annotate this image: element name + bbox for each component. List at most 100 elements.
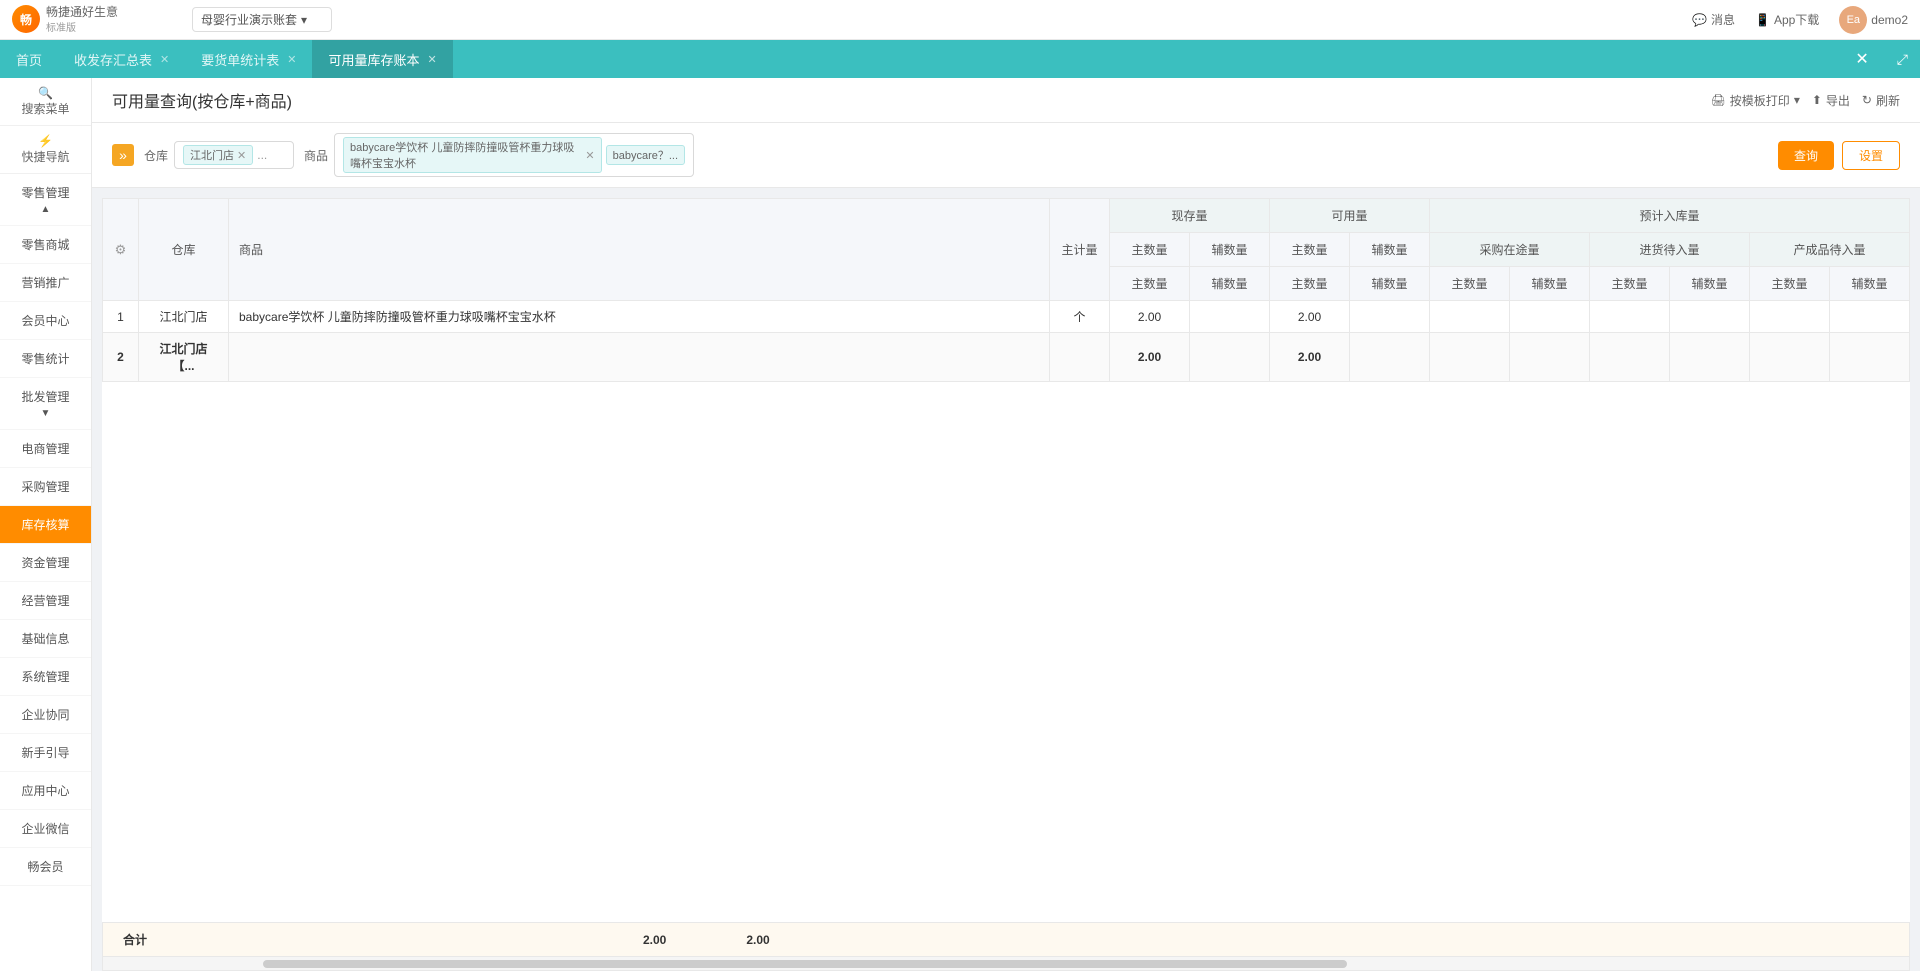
close-receive-tab[interactable]: ✕ <box>160 53 169 66</box>
top-bar: 畅 畅捷通好生意 标准版 母婴行业演示账套 ▾ 💬 消息 📱 App下载 Ea … <box>0 0 1920 40</box>
sidebar-item-retail-mall[interactable]: 零售商城 <box>0 226 91 264</box>
row1-inc-aux <box>1670 301 1750 333</box>
sidebar-item-retail-stat[interactable]: 零售统计 <box>0 340 91 378</box>
inventory-tab-label: 可用量库存账本 <box>328 50 419 69</box>
sidebar-item-changyuean[interactable]: 畅会员 <box>0 848 91 886</box>
row1-pur-main <box>1430 301 1510 333</box>
sidebar-item-purchase[interactable]: 采购管理 <box>0 468 91 506</box>
warehouse-tag-close[interactable]: ✕ <box>237 149 246 162</box>
sidebar-item-wholesale[interactable]: 批发管理 ▼ <box>0 378 91 430</box>
sidebar-item-wechat[interactable]: 企业微信 <box>0 810 91 848</box>
close-order-tab[interactable]: ✕ <box>287 53 296 66</box>
sidebar-item-collab[interactable]: 企业协同 <box>0 696 91 734</box>
appcenter-label: 应用中心 <box>21 782 69 799</box>
row1-avail-main: 2.00 <box>1270 301 1350 333</box>
row2-product <box>229 333 1050 382</box>
sidebar-item-appcenter[interactable]: 应用中心 <box>0 772 91 810</box>
sidebar-quick-nav[interactable]: ⚡ 快捷导航 <box>0 126 91 174</box>
tab-receive[interactable]: 收发存汇总表 ✕ <box>58 40 185 78</box>
row2-prod-aux <box>1830 333 1910 382</box>
close-window-button[interactable]: ✕ <box>1839 49 1884 69</box>
print-button[interactable]: 🖨 按模板打印 ▾ <box>1711 92 1800 109</box>
sidebar-item-newguide[interactable]: 新手引导 <box>0 734 91 772</box>
col-warehouse-header: 仓库 <box>139 199 229 301</box>
inventory-table: ⚙ 仓库 商品 主计量 现存量 可用量 预计入库量 主数量 辅数量 主数量 辅数… <box>102 198 1910 382</box>
logo-line1: 畅捷通好生意 <box>46 5 118 19</box>
row2-inc-main <box>1590 333 1670 382</box>
query-button[interactable]: 查询 <box>1778 141 1834 170</box>
warehouse-input[interactable]: 江北门店 ✕ ... <box>174 141 294 169</box>
refresh-icon: ↻ <box>1862 93 1872 107</box>
sidebar-item-operation[interactable]: 经营管理 <box>0 582 91 620</box>
tab-home[interactable]: 首页 <box>0 40 58 78</box>
table-container: ⚙ 仓库 商品 主计量 现存量 可用量 预计入库量 主数量 辅数量 主数量 辅数… <box>102 198 1910 922</box>
ecommerce-label: 电商管理 <box>21 440 69 457</box>
col-incoming-main: 主数量 <box>1590 267 1670 301</box>
sidebar-search[interactable]: 🔍 搜索菜单 <box>0 78 91 126</box>
message-icon: 💬 <box>1692 13 1707 27</box>
refresh-button[interactable]: ↻ 刷新 <box>1862 92 1900 109</box>
messages-button[interactable]: 💬 消息 <box>1692 11 1735 28</box>
sidebar-item-system[interactable]: 系统管理 <box>0 658 91 696</box>
product-tag1: babycare学饮杯 儿童防摔防撞吸管杯重力球吸嘴杯宝宝水杯 ✕ <box>343 137 602 173</box>
product-input[interactable]: babycare学饮杯 儿童防摔防撞吸管杯重力球吸嘴杯宝宝水杯 ✕ babyca… <box>334 133 694 177</box>
row1-prod-main <box>1750 301 1830 333</box>
page-header: 可用量查询(按仓库+商品) 🖨 按模板打印 ▾ ⬆ 导出 ↻ 刷新 <box>92 78 1920 123</box>
logo-area: 畅 畅捷通好生意 标准版 <box>12 5 192 34</box>
col-unit-header: 主计量 <box>1050 199 1110 301</box>
filter-toggle-button[interactable]: » <box>112 144 134 166</box>
col-gear[interactable]: ⚙ <box>103 199 139 301</box>
sidebar-item-ecommerce[interactable]: 电商管理 <box>0 430 91 468</box>
col-incoming-aux: 辅数量 <box>1670 267 1750 301</box>
row2-stock-main: 2.00 <box>1110 333 1190 382</box>
settings-button[interactable]: 设置 <box>1842 141 1900 170</box>
app-download-button[interactable]: 📱 App下载 <box>1755 11 1819 28</box>
col-purchase-aux: 辅数量 <box>1510 267 1590 301</box>
user-profile[interactable]: Ea demo2 <box>1839 6 1908 34</box>
content-area: 可用量查询(按仓库+商品) 🖨 按模板打印 ▾ ⬆ 导出 ↻ 刷新 » <box>92 78 1920 971</box>
warehouse-more-dots[interactable]: ... <box>257 148 267 162</box>
purchase-label: 采购管理 <box>21 478 69 495</box>
row1-pur-aux <box>1510 301 1590 333</box>
page-actions: 🖨 按模板打印 ▾ ⬆ 导出 ↻ 刷新 <box>1711 92 1900 109</box>
expand-button[interactable]: ⤢ <box>1885 51 1920 68</box>
avatar: Ea <box>1839 6 1867 34</box>
export-button[interactable]: ⬆ 导出 <box>1812 92 1850 109</box>
table-row-subtotal: 2 江北门店【... 2.00 2.00 <box>103 333 1910 382</box>
chevron-down-icon2: ▼ <box>41 408 51 419</box>
col-stock-main2: 主数量 <box>1110 267 1190 301</box>
tab-order[interactable]: 要货单统计表 ✕ <box>185 40 312 78</box>
row1-seq: 1 <box>103 301 139 333</box>
top-right: 💬 消息 📱 App下载 Ea demo2 <box>1692 6 1908 34</box>
sidebar-item-basic[interactable]: 基础信息 <box>0 620 91 658</box>
sidebar-item-member[interactable]: 会员中心 <box>0 302 91 340</box>
table-footer: 合计 2.00 2.00 <box>102 922 1910 957</box>
retail-stat-label: 零售统计 <box>21 350 69 367</box>
product-tag1-close[interactable]: ✕ <box>585 149 594 162</box>
warehouse-tag: 江北门店 ✕ <box>183 145 253 165</box>
logo-icon: 畅 <box>12 5 40 33</box>
quicknav-label: 快捷导航 <box>6 148 85 165</box>
sidebar-item-inventory[interactable]: 库存核算 <box>0 506 91 544</box>
horizontal-scrollbar[interactable] <box>263 960 1347 968</box>
sidebar-item-retail-mgmt[interactable]: 零售管理 ▲ <box>0 174 91 226</box>
col-avail-main-sub: 主数量 <box>1270 233 1350 267</box>
row1-product: babycare学饮杯 儿童防摔防撞吸管杯重力球吸嘴杯宝宝水杯 <box>229 301 1050 333</box>
export-icon: ⬆ <box>1812 93 1822 107</box>
chevron-down-icon: ▾ <box>301 13 307 27</box>
sidebar-item-marketing[interactable]: 营销推广 <box>0 264 91 302</box>
inventory-label: 库存核算 <box>21 516 69 533</box>
sidebar: 🔍 搜索菜单 ⚡ 快捷导航 零售管理 ▲ 零售商城 营销推广 会员中心 零售统计… <box>0 78 92 971</box>
sidebar-item-finance[interactable]: 资金管理 <box>0 544 91 582</box>
row2-avail-main: 2.00 <box>1270 333 1350 382</box>
close-inventory-tab[interactable]: ✕ <box>428 53 437 66</box>
tenant-selector[interactable]: 母婴行业演示账套 ▾ <box>192 7 332 32</box>
page-title: 可用量查询(按仓库+商品) <box>112 88 292 112</box>
tab-inventory[interactable]: 可用量库存账本 ✕ <box>312 40 452 78</box>
print-icon: 🖨 <box>1711 93 1726 107</box>
col-production-aux: 辅数量 <box>1830 267 1910 301</box>
scrollbar-area[interactable] <box>102 957 1910 971</box>
newguide-label: 新手引导 <box>21 744 69 761</box>
marketing-label: 营销推广 <box>21 274 69 291</box>
filter-actions: 查询 设置 <box>1778 141 1900 170</box>
